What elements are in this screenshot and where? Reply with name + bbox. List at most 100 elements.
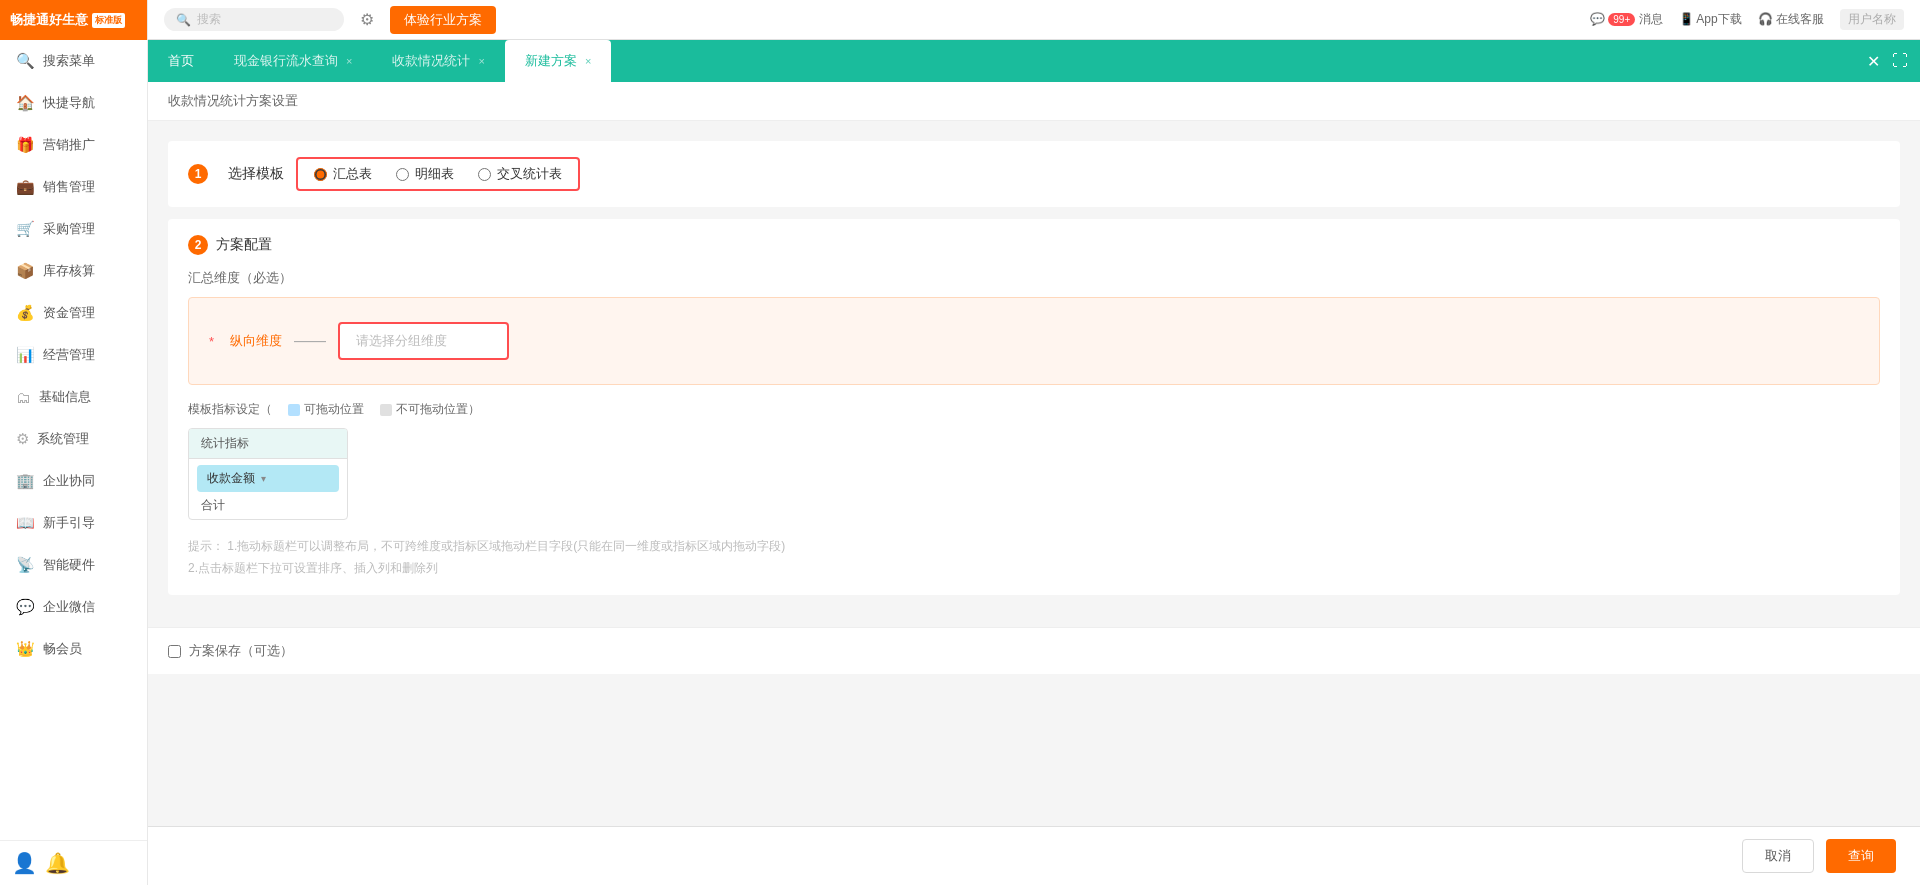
topbar: 🔍 搜索 ⚙ 体验行业方案 💬 99+ 消息 📱 App下载 🎧 在线客服 用户… bbox=[148, 0, 1920, 40]
radio-detail-label: 明细表 bbox=[415, 165, 454, 183]
radio-cross[interactable]: 交叉统计表 bbox=[478, 165, 562, 183]
tab-close-bank-flow[interactable]: × bbox=[346, 55, 352, 67]
sidebar-icon-marketing: 🎁 bbox=[16, 136, 35, 154]
tip-2: 2.点击标题栏下拉可设置排序、插入列和删除列 bbox=[188, 558, 1880, 580]
sidebar-item-guide[interactable]: 📖新手引导 bbox=[0, 502, 147, 544]
sidebar-label-marketing: 营销推广 bbox=[43, 136, 95, 154]
trial-button[interactable]: 体验行业方案 bbox=[390, 6, 496, 34]
sidebar-icon-purchase: 🛒 bbox=[16, 220, 35, 238]
sidebar-label-guide: 新手引导 bbox=[43, 514, 95, 532]
sidebar-item-system[interactable]: ⚙系统管理 bbox=[0, 418, 147, 460]
close-window-icon[interactable]: ✕ bbox=[1867, 52, 1880, 71]
radio-summary[interactable]: 汇总表 bbox=[314, 165, 372, 183]
tab-close-collection-stats[interactable]: × bbox=[478, 55, 484, 67]
sidebar-icon-search-menu: 🔍 bbox=[16, 52, 35, 70]
sidebar-label-member: 畅会员 bbox=[43, 640, 82, 658]
tab-label-bank-flow: 现金银行流水查询 bbox=[234, 52, 338, 70]
topbar-right: 💬 99+ 消息 📱 App下载 🎧 在线客服 用户名称 bbox=[1590, 9, 1904, 30]
indicator-row-total: 合计 bbox=[189, 492, 347, 519]
sidebar-item-finance[interactable]: 💰 资金管理 bbox=[0, 292, 147, 334]
sidebar-item-inventory[interactable]: 📦 库存核算 bbox=[0, 250, 147, 292]
undraggable-dot bbox=[380, 404, 392, 416]
tips-section: 提示： 1.拖动标题栏可以调整布局，不可跨维度或指标区域拖动栏目字段(只能在同一… bbox=[188, 536, 1880, 579]
sidebar-icon-hardware: 📡 bbox=[16, 556, 35, 574]
sidebar-item-wechat[interactable]: 💬企业微信 bbox=[0, 586, 147, 628]
query-button[interactable]: 查询 bbox=[1826, 839, 1896, 873]
logo-badge: 标准版 bbox=[92, 13, 125, 28]
step2-number: 2 bbox=[188, 235, 208, 255]
save-checkbox[interactable] bbox=[168, 645, 181, 658]
sidebar-bottom: 👤 🔔 bbox=[0, 840, 147, 885]
maximize-icon[interactable]: ⛶ bbox=[1892, 52, 1908, 70]
tab-bank-flow[interactable]: 现金银行流水查询 × bbox=[214, 40, 372, 82]
sidebar-item-quick-nav[interactable]: 🏠快捷导航 bbox=[0, 82, 147, 124]
sidebar-label-purchase: 采购管理 bbox=[43, 220, 95, 238]
sidebar-icon-inventory: 📦 bbox=[16, 262, 35, 280]
action-bar: 取消 查询 bbox=[148, 826, 1920, 885]
dim-select-box[interactable]: 请选择分组维度 bbox=[338, 322, 509, 360]
sidebar-icon-basic: 🗂 bbox=[16, 389, 31, 406]
undraggable-label: 不可拖动位置） bbox=[396, 401, 480, 418]
sidebar-item-member[interactable]: 👑 畅会员 bbox=[0, 628, 147, 670]
sidebar-item-sales[interactable]: 💼销售管理 bbox=[0, 166, 147, 208]
sidebar-icon-system: ⚙ bbox=[16, 430, 29, 448]
sidebar-label-sales: 销售管理 bbox=[43, 178, 95, 196]
topbar-search[interactable]: 🔍 搜索 bbox=[164, 8, 344, 31]
user-name[interactable]: 用户名称 bbox=[1840, 9, 1904, 30]
vertical-dim-label: 纵向维度 bbox=[230, 332, 282, 350]
indicator-table-header: 统计指标 bbox=[189, 429, 347, 459]
sidebar-item-hardware[interactable]: 📡智能硬件 bbox=[0, 544, 147, 586]
sidebar-icon-member: 👑 bbox=[16, 640, 35, 658]
step1-section: 1 选择模板 汇总表 明细表 交叉统计表 bbox=[168, 141, 1900, 207]
step1-number: 1 bbox=[188, 164, 208, 184]
tabbar-corner: ✕ ⛶ bbox=[1867, 52, 1920, 71]
sidebar-label-inventory: 库存核算 bbox=[43, 262, 95, 280]
tab-new-plan[interactable]: 新建方案× bbox=[505, 40, 611, 82]
sidebar-icon-operation: 📊 bbox=[16, 346, 35, 364]
indicator-title: 模板指标设定（ bbox=[188, 401, 272, 418]
step1-title: 选择模板 bbox=[228, 165, 284, 183]
legend-undraggable: 不可拖动位置） bbox=[380, 401, 480, 418]
sidebar-item-basic[interactable]: 🗂 基础信息 bbox=[0, 376, 147, 418]
radio-detail[interactable]: 明细表 bbox=[396, 165, 454, 183]
app-download[interactable]: 📱 App下载 bbox=[1679, 11, 1742, 28]
indicator-tag-label: 收款金额 bbox=[207, 470, 255, 487]
sidebar-item-purchase[interactable]: 🛒 采购管理 bbox=[0, 208, 147, 250]
radio-detail-input[interactable] bbox=[396, 168, 409, 181]
gear-icon[interactable]: ⚙ bbox=[360, 10, 374, 29]
tab-label-collection-stats: 收款情况统计 bbox=[392, 52, 470, 70]
required-star: * bbox=[209, 334, 214, 349]
sidebar-item-corp[interactable]: 🏢 企业协同 bbox=[0, 460, 147, 502]
online-support[interactable]: 🎧 在线客服 bbox=[1758, 11, 1824, 28]
dimension-title: 汇总维度（必选） bbox=[188, 269, 1880, 287]
notification-badge: 99+ bbox=[1608, 13, 1635, 26]
search-icon: 🔍 bbox=[176, 13, 191, 27]
sidebar-icon-finance: 💰 bbox=[16, 304, 35, 322]
chevron-down-icon: ▾ bbox=[261, 473, 266, 484]
radio-cross-input[interactable] bbox=[478, 168, 491, 181]
indicator-section: 模板指标设定（ 可拖动位置 不可拖动位置） 统计指标 收款 bbox=[188, 401, 1880, 520]
sidebar-icon-corp: 🏢 bbox=[16, 472, 35, 490]
page-content: 收款情况统计方案设置 1 选择模板 汇总表 明细表 bbox=[148, 82, 1920, 826]
sidebar-label-corp: 企业协同 bbox=[43, 472, 95, 490]
step2-section: 2 方案配置 汇总维度（必选） * 纵向维度 —— 请选择分组维度 bbox=[168, 219, 1900, 595]
radio-summary-input[interactable] bbox=[314, 168, 327, 181]
template-options-box: 汇总表 明细表 交叉统计表 bbox=[296, 157, 580, 191]
notification-area[interactable]: 💬 99+ 消息 bbox=[1590, 11, 1663, 28]
sidebar-item-operation[interactable]: 📊经营管理 bbox=[0, 334, 147, 376]
sidebar-item-marketing[interactable]: 🎁 营销推广 bbox=[0, 124, 147, 166]
tab-collection-stats[interactable]: 收款情况统计 × bbox=[372, 40, 504, 82]
dimension-area: * 纵向维度 —— 请选择分组维度 bbox=[188, 297, 1880, 385]
sidebar-item-search-menu[interactable]: 🔍搜索菜单 bbox=[0, 40, 147, 82]
sidebar-icon-quick-nav: 🏠 bbox=[16, 94, 35, 112]
indicator-tag[interactable]: 收款金额 ▾ bbox=[197, 465, 339, 492]
tab-home[interactable]: 首页 bbox=[148, 40, 214, 82]
tab-close-new-plan[interactable]: × bbox=[585, 55, 591, 67]
indicator-legend: 模板指标设定（ 可拖动位置 不可拖动位置） bbox=[188, 401, 1880, 418]
draggable-dot bbox=[288, 404, 300, 416]
sidebar-icon-wechat: 💬 bbox=[16, 598, 35, 616]
sidebar-label-basic: 基础信息 bbox=[39, 388, 91, 406]
cancel-button[interactable]: 取消 bbox=[1742, 839, 1814, 873]
tab-label-home: 首页 bbox=[168, 52, 194, 70]
sidebar-label-finance: 资金管理 bbox=[43, 304, 95, 322]
